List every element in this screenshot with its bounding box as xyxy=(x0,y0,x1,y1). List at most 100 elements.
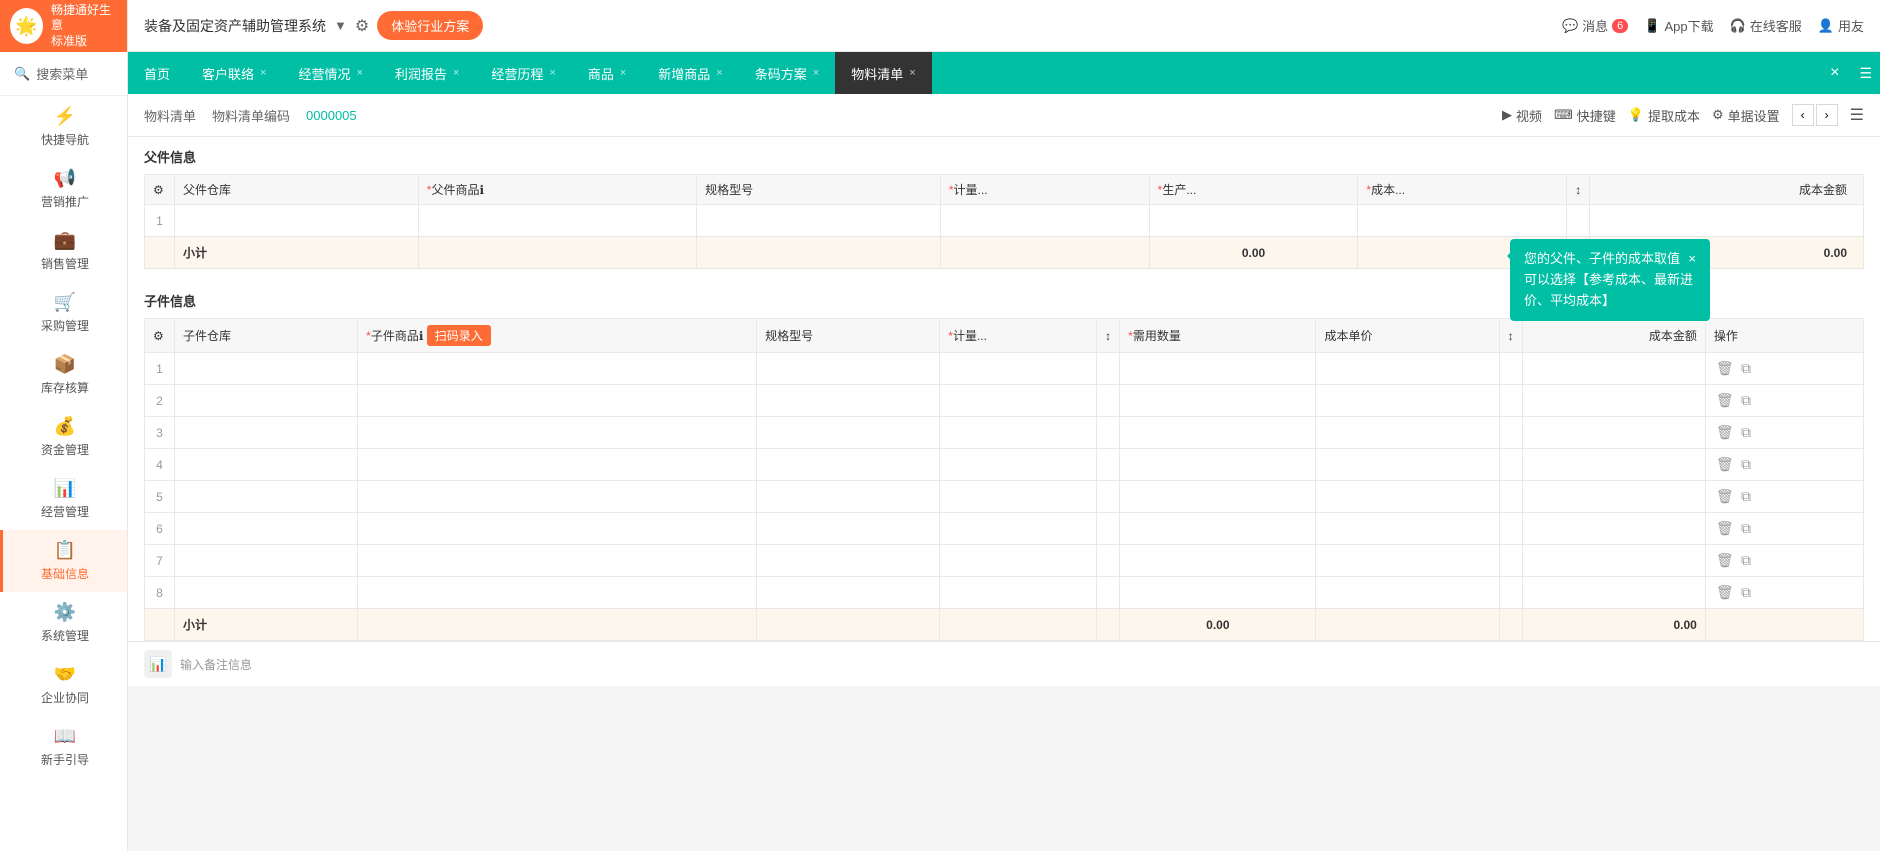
message-button[interactable]: 💬 消息 6 xyxy=(1562,16,1628,35)
child-row-6-unit[interactable] xyxy=(940,513,1097,545)
child-row-5-spec[interactable] xyxy=(757,481,940,513)
child-row-1-quantity[interactable] xyxy=(1120,353,1316,385)
child-row-8-unit-cost[interactable] xyxy=(1316,577,1499,609)
tab-close-barcode[interactable]: × xyxy=(813,67,819,79)
tab-close-goods[interactable]: × xyxy=(620,67,626,79)
dropdown-arrow[interactable]: ▼ xyxy=(334,18,347,33)
child-row-3-quantity[interactable] xyxy=(1120,417,1316,449)
tab-close-profit-report[interactable]: × xyxy=(453,67,459,79)
child-row-1-unit-cost[interactable] xyxy=(1316,353,1499,385)
child-row-7-quantity[interactable] xyxy=(1120,545,1316,577)
sidebar-item-system[interactable]: ⚙️ 系统管理 xyxy=(0,592,127,654)
sidebar-search[interactable]: 🔍 搜索菜单 xyxy=(0,52,127,96)
tab-menu-icon[interactable]: ☰ xyxy=(1851,65,1880,82)
tooltip-close-button[interactable]: × xyxy=(1688,249,1696,270)
child-row-2-unit-cost[interactable] xyxy=(1316,385,1499,417)
child-row-8-unit[interactable] xyxy=(940,577,1097,609)
child-row-1-delete[interactable]: 🗑 xyxy=(1714,358,1736,379)
child-row-4-delete[interactable]: 🗑 xyxy=(1714,454,1736,475)
sidebar-item-sales[interactable]: 💼 销售管理 xyxy=(0,220,127,282)
child-row-7-delete[interactable]: 🗑 xyxy=(1714,550,1736,571)
sidebar-item-purchase[interactable]: 🛒 采购管理 xyxy=(0,282,127,344)
tab-close-ops-history[interactable]: × xyxy=(549,67,555,79)
extract-cost-button[interactable]: 💡 提取成本 xyxy=(1628,106,1700,125)
child-row-6-delete[interactable]: 🗑 xyxy=(1714,518,1736,539)
child-row-5-goods[interactable] xyxy=(358,481,757,513)
child-col-settings[interactable]: ⚙ xyxy=(145,319,175,353)
sidebar-item-collab[interactable]: 🤝 企业协同 xyxy=(0,654,127,716)
child-row-6-spec[interactable] xyxy=(757,513,940,545)
child-row-7-copy[interactable]: ⧉ xyxy=(1739,550,1753,571)
child-row-3-unit[interactable] xyxy=(940,417,1097,449)
trial-button[interactable]: 体验行业方案 xyxy=(377,11,483,40)
child-row-6-quantity[interactable] xyxy=(1120,513,1316,545)
child-row-7-warehouse[interactable] xyxy=(175,545,358,577)
child-row-3-goods[interactable] xyxy=(358,417,757,449)
child-row-7-spec[interactable] xyxy=(757,545,940,577)
child-row-5-delete[interactable]: 🗑 xyxy=(1714,486,1736,507)
sidebar-item-marketing[interactable]: 📢 营销推广 xyxy=(0,158,127,220)
settings-icon[interactable]: ⚙ xyxy=(355,16,369,36)
child-row-8-warehouse[interactable] xyxy=(175,577,358,609)
child-row-4-goods[interactable] xyxy=(358,449,757,481)
sidebar-item-basic-info[interactable]: 📋 基础信息 xyxy=(0,530,127,592)
child-row-6-copy[interactable]: ⧉ xyxy=(1739,518,1753,539)
child-row-5-unit[interactable] xyxy=(940,481,1097,513)
child-row-3-copy[interactable]: ⧉ xyxy=(1739,422,1753,443)
child-row-2-goods[interactable] xyxy=(358,385,757,417)
search-button[interactable]: 🔍 搜索菜单 xyxy=(10,60,117,87)
sidebar-item-operations[interactable]: 📊 经营管理 xyxy=(0,468,127,530)
tab-profit-report[interactable]: 利润报告 × xyxy=(379,52,475,94)
child-row-8-quantity[interactable] xyxy=(1120,577,1316,609)
child-row-1-warehouse[interactable] xyxy=(175,353,358,385)
child-row-6-goods[interactable] xyxy=(358,513,757,545)
sidebar-item-quick-nav[interactable]: ⚡ 快捷导航 xyxy=(0,96,127,158)
tab-ops-status[interactable]: 经营情况 × xyxy=(282,52,378,94)
child-row-1-copy[interactable]: ⧉ xyxy=(1739,358,1753,379)
child-row-1-unit[interactable] xyxy=(940,353,1097,385)
child-row-7-unit[interactable] xyxy=(940,545,1097,577)
next-page-button[interactable]: › xyxy=(1816,104,1838,126)
prev-page-button[interactable]: ‹ xyxy=(1792,104,1814,126)
parent-col-settings[interactable]: ⚙ xyxy=(145,175,175,205)
tab-bom[interactable]: 物料清单 × xyxy=(835,52,931,94)
child-row-2-warehouse[interactable] xyxy=(175,385,358,417)
child-row-4-spec[interactable] xyxy=(757,449,940,481)
list-view-icon[interactable]: ☰ xyxy=(1850,105,1864,125)
tab-home[interactable]: 首页 xyxy=(128,52,186,94)
child-row-8-goods[interactable] xyxy=(358,577,757,609)
sidebar-item-finance[interactable]: 💰 资金管理 xyxy=(0,406,127,468)
child-row-3-delete[interactable]: 🗑 xyxy=(1714,422,1736,443)
child-row-7-goods[interactable] xyxy=(358,545,757,577)
parent-row-1-production[interactable] xyxy=(1149,205,1358,237)
child-row-5-copy[interactable]: ⧉ xyxy=(1739,486,1753,507)
child-row-5-quantity[interactable] xyxy=(1120,481,1316,513)
child-row-7-unit-cost[interactable] xyxy=(1316,545,1499,577)
single-settings-button[interactable]: ⚙ 单据设置 xyxy=(1712,106,1780,125)
child-row-6-warehouse[interactable] xyxy=(175,513,358,545)
child-row-4-copy[interactable]: ⧉ xyxy=(1739,454,1753,475)
tab-customer[interactable]: 客户联络 × xyxy=(186,52,282,94)
child-row-8-delete[interactable]: 🗑 xyxy=(1714,582,1736,603)
child-row-4-warehouse[interactable] xyxy=(175,449,358,481)
sidebar-item-guide[interactable]: 📖 新手引导 xyxy=(0,716,127,778)
child-row-1-spec[interactable] xyxy=(757,353,940,385)
online-service-button[interactable]: 🎧 在线客服 xyxy=(1730,16,1802,35)
sidebar-item-inventory[interactable]: 📦 库存核算 xyxy=(0,344,127,406)
parent-row-1-spec[interactable] xyxy=(697,205,941,237)
child-row-2-quantity[interactable] xyxy=(1120,385,1316,417)
parent-row-1-cost[interactable] xyxy=(1358,205,1567,237)
child-row-3-spec[interactable] xyxy=(757,417,940,449)
user-menu[interactable]: 👤 用友 xyxy=(1818,16,1864,35)
app-download-button[interactable]: 📱 App下载 xyxy=(1644,16,1713,35)
child-row-6-unit-cost[interactable] xyxy=(1316,513,1499,545)
child-row-2-unit[interactable] xyxy=(940,385,1097,417)
close-all-tabs[interactable]: × xyxy=(1818,64,1851,82)
parent-row-1-warehouse[interactable] xyxy=(175,205,419,237)
tab-barcode[interactable]: 条码方案 × xyxy=(739,52,835,94)
parent-row-1-goods[interactable] xyxy=(418,205,696,237)
child-row-2-spec[interactable] xyxy=(757,385,940,417)
tab-close-ops-status[interactable]: × xyxy=(356,67,362,79)
child-row-8-copy[interactable]: ⧉ xyxy=(1739,582,1753,603)
shortcut-button[interactable]: ⌨ 快捷键 xyxy=(1554,106,1616,125)
